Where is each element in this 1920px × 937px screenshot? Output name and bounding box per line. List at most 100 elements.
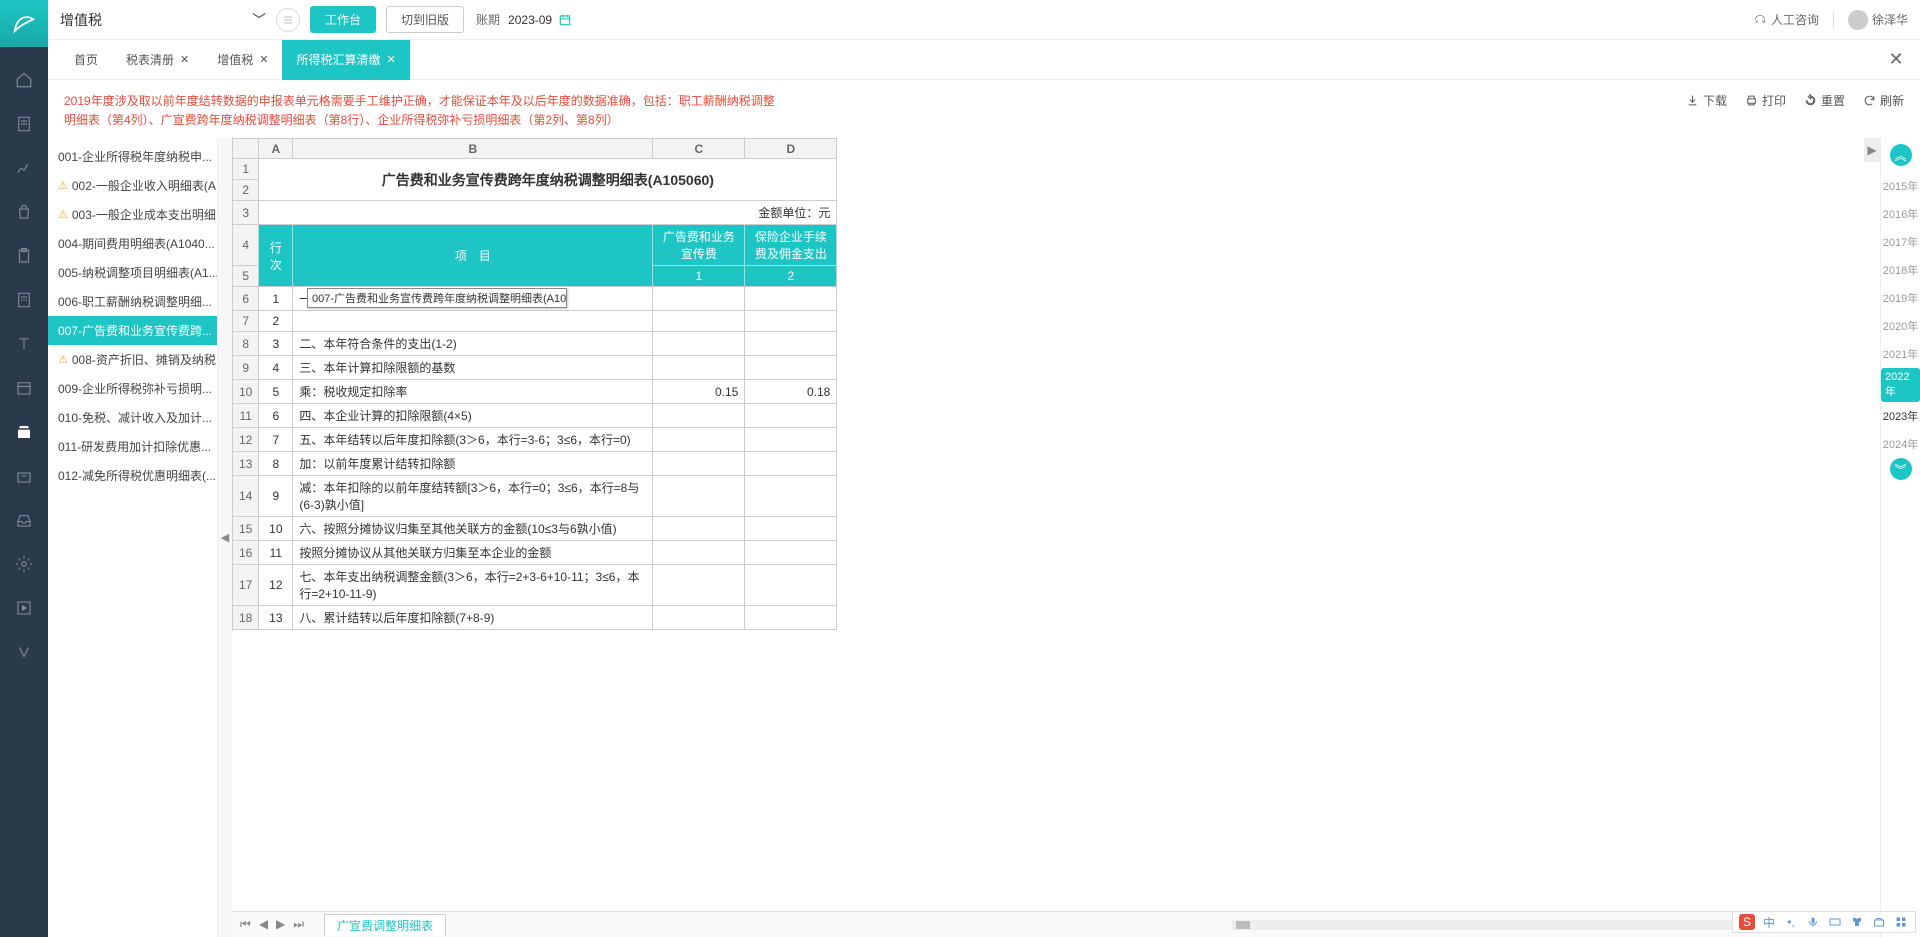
form-list-item[interactable]: ⚠002-一般企业收入明细表(A...	[48, 171, 217, 200]
form-list-item[interactable]: ⚠003-一般企业成本支出明细...	[48, 200, 217, 229]
value-cell-d[interactable]	[745, 517, 837, 541]
close-icon[interactable]: ✕	[180, 53, 189, 66]
col-header-C[interactable]: C	[653, 139, 745, 159]
form-list-item[interactable]: 007-广告费和业务宣传费跨...	[48, 316, 217, 345]
value-cell-c[interactable]	[653, 606, 745, 630]
year-2024年[interactable]: 2024年	[1883, 430, 1918, 458]
col-header-D[interactable]: D	[745, 139, 837, 159]
list-toggle-icon[interactable]	[276, 8, 300, 32]
doc-icon[interactable]	[14, 114, 34, 134]
form-list-item[interactable]: 012-减免所得税优惠明细表(...	[48, 461, 217, 490]
line-no[interactable]: 8	[259, 452, 293, 476]
year-2016年[interactable]: 2016年	[1883, 200, 1918, 228]
item-cell[interactable]: 五、本年结转以后年度扣除额(3＞6，本行=3-6；3≤6，本行=0)	[293, 428, 653, 452]
col-header-A[interactable]: A	[259, 139, 293, 159]
ime-lang-icon[interactable]: 中	[1761, 914, 1777, 930]
period-value[interactable]: 2023-09	[508, 13, 552, 27]
ime-mic-icon[interactable]	[1805, 914, 1821, 930]
value-cell-d[interactable]	[745, 332, 837, 356]
scroll-up-icon[interactable]: ︽	[1890, 144, 1912, 166]
clipboard-icon[interactable]	[14, 246, 34, 266]
value-cell-c[interactable]	[653, 404, 745, 428]
item-cell[interactable]: 八、累计结转以后年度扣除额(7+8-9)	[293, 606, 653, 630]
close-icon[interactable]: ✕	[387, 53, 396, 66]
switch-old-button[interactable]: 切到旧版	[386, 6, 464, 33]
print-button[interactable]: 打印	[1745, 92, 1786, 109]
collapse-sidebar-handle[interactable]: ◀	[218, 138, 232, 937]
module-selector[interactable]: 增值税 ﹀	[60, 10, 266, 30]
archive-icon[interactable]	[14, 466, 34, 486]
value-cell-c[interactable]	[653, 332, 745, 356]
sheet-tab[interactable]: 广宣费调整明细表	[324, 914, 446, 936]
form-list-item[interactable]: 010-免税、减计收入及加计...	[48, 403, 217, 432]
form-list-item[interactable]: 009-企业所得税弥补亏损明...	[48, 374, 217, 403]
value-cell-c[interactable]	[653, 476, 745, 517]
year-2017年[interactable]: 2017年	[1883, 228, 1918, 256]
item-cell[interactable]: 四、本企业计算的扣除限额(4×5)	[293, 404, 653, 428]
tax-icon[interactable]	[14, 422, 34, 442]
item-cell[interactable]: 二、本年符合条件的支出(1-2)	[293, 332, 653, 356]
line-no[interactable]: 12	[259, 565, 293, 606]
value-cell-c[interactable]	[653, 428, 745, 452]
form-list-item[interactable]: 005-纳税调整项目明细表(A1...	[48, 258, 217, 287]
tab-所得税汇算清缴[interactable]: 所得税汇算清缴✕	[282, 40, 409, 80]
form-list-item[interactable]: 001-企业所得税年度纳税申...	[48, 142, 217, 171]
download-button[interactable]: 下载	[1686, 92, 1727, 109]
ime-toolbox-icon[interactable]	[1871, 914, 1887, 930]
value-cell-d[interactable]	[745, 428, 837, 452]
support-link[interactable]: 人工咨询	[1753, 11, 1819, 28]
value-cell-d[interactable]	[745, 404, 837, 428]
line-no[interactable]: 6	[259, 404, 293, 428]
item-cell[interactable]: 三、本年计算扣除限额的基数	[293, 356, 653, 380]
calendar-picker-icon[interactable]	[558, 13, 572, 27]
calc-icon[interactable]	[14, 290, 34, 310]
scroll-down-icon[interactable]: ︾	[1890, 458, 1912, 480]
sheet-nav-next-icon[interactable]: ▶	[276, 917, 285, 932]
value-cell-d[interactable]	[745, 452, 837, 476]
value-cell-c[interactable]	[653, 287, 745, 311]
line-no[interactable]: 9	[259, 476, 293, 517]
value-cell-d[interactable]	[745, 476, 837, 517]
line-no[interactable]: 7	[259, 428, 293, 452]
item-cell[interactable]	[293, 311, 653, 332]
form-list-item[interactable]: 004-期间费用明细表(A1040...	[48, 229, 217, 258]
calendar-icon[interactable]	[14, 378, 34, 398]
line-no[interactable]: 4	[259, 356, 293, 380]
chart-icon[interactable]	[14, 158, 34, 178]
expand-right-handle[interactable]: ▶	[1864, 138, 1880, 162]
item-cell[interactable]: 加：以前年度累计结转扣除额	[293, 452, 653, 476]
ime-skin-icon[interactable]	[1849, 914, 1865, 930]
value-cell-c[interactable]	[653, 541, 745, 565]
refresh-button[interactable]: 刷新	[1863, 92, 1904, 109]
ime-punct-icon[interactable]: •,	[1783, 914, 1799, 930]
value-cell-d[interactable]	[745, 287, 837, 311]
tab-首页[interactable]: 首页	[60, 40, 112, 80]
value-cell-c[interactable]	[653, 356, 745, 380]
col-header-B[interactable]: B	[293, 139, 653, 159]
item-cell[interactable]: 按照分摊协议从其他关联方归集至本企业的金额	[293, 541, 653, 565]
value-cell-c[interactable]: 0.15	[653, 380, 745, 404]
form-list-item[interactable]: 006-职工薪酬纳税调整明细...	[48, 287, 217, 316]
close-all-tabs-icon[interactable]: ✕	[1884, 48, 1908, 72]
form-list-item[interactable]: 011-研发费用加计扣除优惠...	[48, 432, 217, 461]
item-cell[interactable]: 减：本年扣除的以前年度结转额[3＞6，本行=0；3≤6，本行=8与(6-3)孰小…	[293, 476, 653, 517]
value-cell-d[interactable]	[745, 311, 837, 332]
line-no[interactable]: 5	[259, 380, 293, 404]
line-no[interactable]: 10	[259, 517, 293, 541]
year-2018年[interactable]: 2018年	[1883, 256, 1918, 284]
close-icon[interactable]: ✕	[259, 53, 268, 66]
value-cell-d[interactable]: 0.18	[745, 380, 837, 404]
line-no[interactable]: 13	[259, 606, 293, 630]
item-cell[interactable]: 六、按照分摊协议归集至其他关联方的金额(10≤3与6孰小值)	[293, 517, 653, 541]
value-cell-d[interactable]	[745, 541, 837, 565]
sheet-nav-last-icon[interactable]: ⏭	[293, 917, 304, 932]
tab-税表清册[interactable]: 税表清册✕	[112, 40, 203, 80]
ime-keyboard-icon[interactable]	[1827, 914, 1843, 930]
reset-button[interactable]: 重置	[1804, 92, 1845, 109]
text-icon[interactable]	[14, 334, 34, 354]
cell-editor[interactable]: 007-广告费和业务宣传费跨年度纳税调整明细表(A105060)	[307, 288, 567, 308]
play-icon[interactable]	[14, 598, 34, 618]
ime-logo-icon[interactable]: S	[1739, 914, 1755, 930]
year-2020年[interactable]: 2020年	[1883, 312, 1918, 340]
line-no[interactable]: 3	[259, 332, 293, 356]
